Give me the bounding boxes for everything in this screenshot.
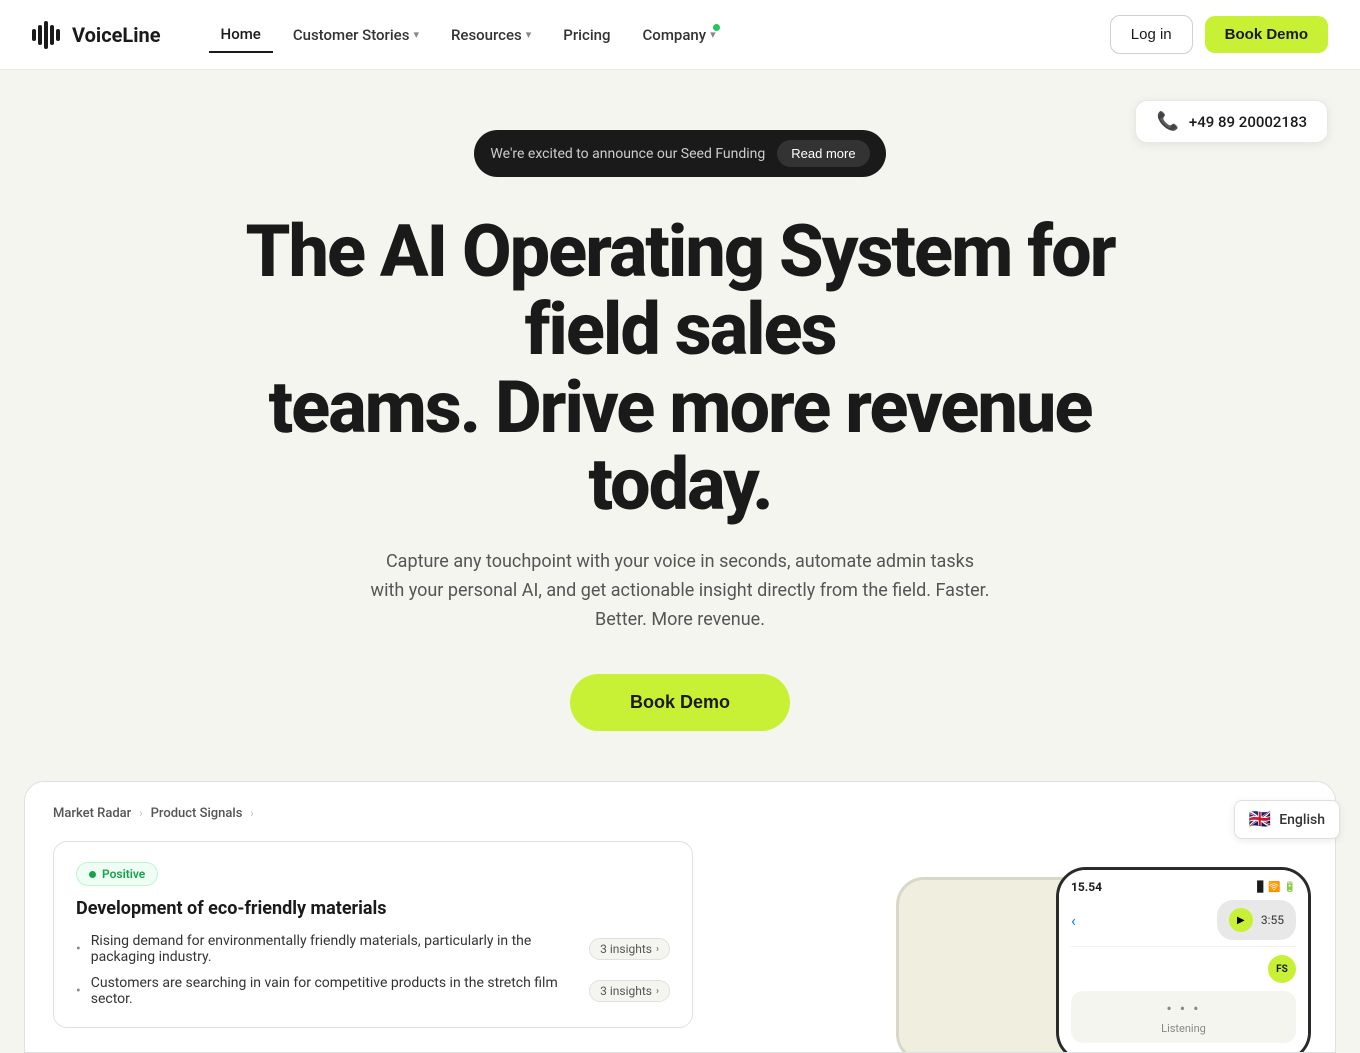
phone-container: 15.54 ▊ 🛜 🔋 ‹ ▶ 3:55 bbox=[896, 867, 1311, 1053]
announcement-pill: We're excited to announce our Seed Fundi… bbox=[474, 130, 885, 177]
badge-dot bbox=[89, 871, 96, 878]
nav-item-pricing[interactable]: Pricing bbox=[551, 18, 622, 52]
chevron-down-icon: ▾ bbox=[526, 28, 532, 41]
signal-title: Development of eco-friendly materials bbox=[76, 898, 670, 919]
listening-area: • • • Listening bbox=[1071, 991, 1296, 1043]
hero-subtitle: Capture any touchpoint with your voice i… bbox=[370, 548, 990, 634]
breadcrumb-item-product-signals: Product Signals bbox=[151, 806, 243, 821]
flag-icon: 🇬🇧 bbox=[1249, 809, 1271, 830]
notification-dot bbox=[713, 24, 720, 31]
signal-bars-icon: ▊ bbox=[1257, 882, 1265, 893]
breadcrumb-separator: › bbox=[139, 807, 142, 820]
book-demo-button-hero[interactable]: Book Demo bbox=[570, 674, 790, 731]
nav-item-company[interactable]: Company ▾ bbox=[631, 18, 728, 52]
product-card: Market Radar › Product Signals › Positiv… bbox=[24, 781, 1336, 1053]
nav-links: Home Customer Stories ▾ Resources ▾ Pric… bbox=[209, 17, 728, 53]
language-selector[interactable]: 🇬🇧 English bbox=[1234, 800, 1340, 839]
book-demo-button-nav[interactable]: Book Demo bbox=[1205, 16, 1328, 53]
nav-left: VoiceLine Home Customer Stories ▾ Resour… bbox=[32, 17, 728, 53]
phone-front-mockup: 15.54 ▊ 🛜 🔋 ‹ ▶ 3:55 bbox=[1056, 867, 1311, 1053]
phone-nav: ‹ ▶ 3:55 bbox=[1071, 900, 1296, 947]
breadcrumb-item-market-radar: Market Radar bbox=[53, 806, 131, 821]
signal-item-2: Customers are searching in vain for comp… bbox=[76, 975, 670, 1007]
battery-icon: 🔋 bbox=[1284, 882, 1296, 893]
phone-status-icons: ▊ 🛜 🔋 bbox=[1257, 882, 1296, 893]
audio-bubble: ▶ 3:55 bbox=[1217, 900, 1296, 940]
phone-back-button[interactable]: ‹ bbox=[1071, 911, 1076, 930]
breadcrumb: Market Radar › Product Signals › bbox=[53, 806, 1307, 821]
chevron-down-icon: ▾ bbox=[413, 28, 419, 41]
hero-section: We're excited to announce our Seed Fundi… bbox=[0, 70, 1360, 781]
avatar: FS bbox=[1268, 955, 1296, 983]
listening-text: Listening bbox=[1161, 1022, 1206, 1035]
positive-badge: Positive bbox=[76, 862, 158, 886]
play-button[interactable]: ▶ bbox=[1229, 908, 1253, 932]
logo[interactable]: VoiceLine bbox=[32, 21, 161, 49]
breadcrumb-separator-2: › bbox=[250, 807, 253, 820]
product-area: Market Radar › Product Signals › Positiv… bbox=[0, 781, 1360, 1053]
language-label: English bbox=[1279, 812, 1325, 828]
nav-item-home[interactable]: Home bbox=[209, 17, 273, 53]
badge-label: Positive bbox=[102, 867, 145, 881]
signal-card: Positive Development of eco-friendly mat… bbox=[53, 841, 693, 1028]
insight-tag-2[interactable]: 3 insights › bbox=[589, 980, 670, 1002]
logo-text: VoiceLine bbox=[72, 23, 161, 47]
logo-icon bbox=[32, 21, 64, 49]
read-more-button[interactable]: Read more bbox=[777, 140, 869, 167]
nav-item-resources[interactable]: Resources ▾ bbox=[439, 18, 543, 52]
signal-text-2: Customers are searching in vain for comp… bbox=[91, 975, 579, 1007]
phone-time: 15.54 bbox=[1071, 880, 1102, 894]
hero-title: The AI Operating System for field sales … bbox=[230, 213, 1130, 524]
navbar: VoiceLine Home Customer Stories ▾ Resour… bbox=[0, 0, 1360, 70]
audio-duration: 3:55 bbox=[1261, 913, 1284, 927]
arrow-icon: › bbox=[656, 944, 659, 955]
phone-status-bar: 15.54 ▊ 🛜 🔋 bbox=[1071, 880, 1296, 894]
announcement-text: We're excited to announce our Seed Fundi… bbox=[490, 146, 765, 162]
login-button[interactable]: Log in bbox=[1110, 15, 1193, 54]
signal-list: Rising demand for environmentally friend… bbox=[76, 933, 670, 1007]
nav-right: Log in Book Demo bbox=[1110, 15, 1328, 54]
arrow-icon-2: › bbox=[656, 986, 659, 997]
signal-item-1: Rising demand for environmentally friend… bbox=[76, 933, 670, 965]
signal-text-1: Rising demand for environmentally friend… bbox=[91, 933, 579, 965]
wifi-icon: 🛜 bbox=[1268, 882, 1280, 893]
dots-icon: • • • bbox=[1166, 999, 1200, 1018]
nav-item-customer-stories[interactable]: Customer Stories ▾ bbox=[281, 18, 431, 52]
insight-tag-1[interactable]: 3 insights › bbox=[589, 938, 670, 960]
